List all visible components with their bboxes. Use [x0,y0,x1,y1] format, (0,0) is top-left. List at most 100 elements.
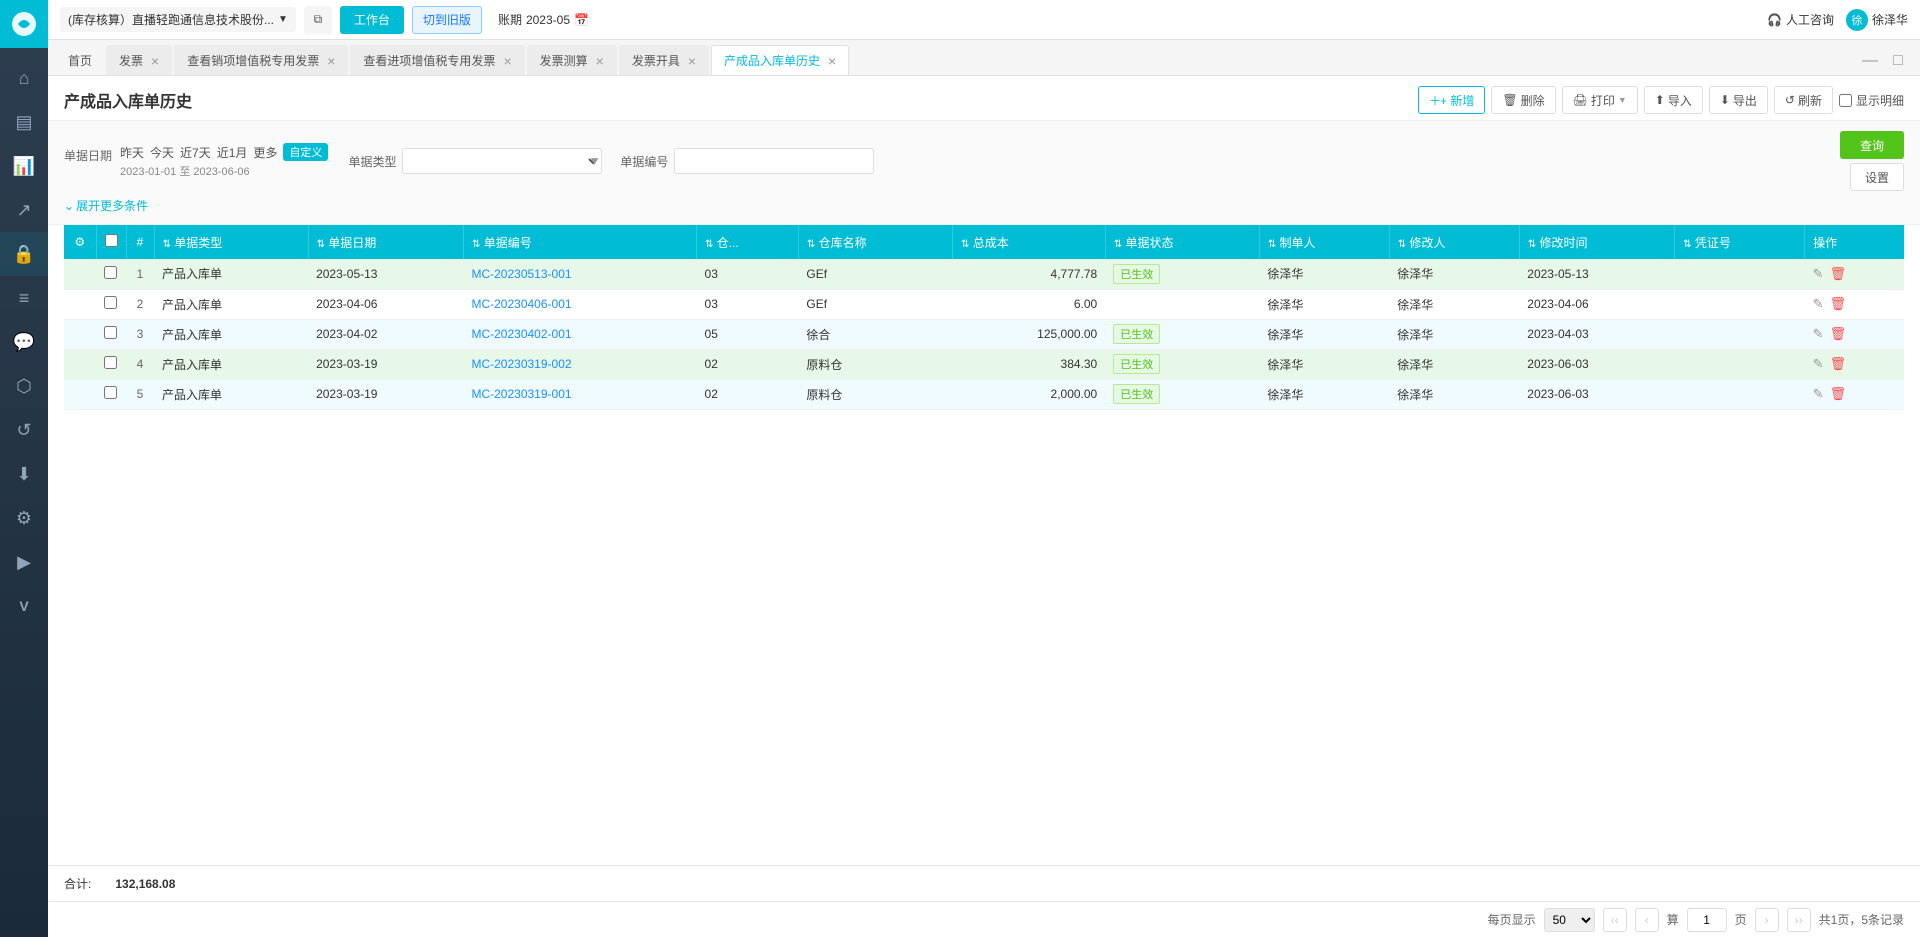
tab-sales-vat[interactable]: 查看销项增值税专用发票 × [174,45,348,75]
tab-issue-close[interactable]: × [688,53,696,69]
sidebar-item-sync[interactable]: ↺ [0,408,48,452]
tab-home[interactable]: 首页 [56,45,104,75]
tab-invoice-close[interactable]: × [151,53,159,69]
calendar-icon[interactable]: 📅 [574,13,589,27]
import-button[interactable]: ⬆ 导入 [1644,86,1703,114]
date-custom[interactable]: 自定义 [283,143,328,161]
tab-product-history[interactable]: 产成品入库单历史 × [711,45,849,75]
tab-sales-vat-close[interactable]: × [327,53,335,69]
first-page-button[interactable]: ‹‹ [1603,908,1627,932]
app-logo[interactable] [0,0,48,48]
minimize-button[interactable]: — [1856,47,1884,75]
row-checkbox[interactable] [96,289,126,319]
tab-calc-close[interactable]: × [596,53,604,69]
tab-input-vat-close[interactable]: × [503,53,511,69]
col-checkbox-header[interactable] [96,225,126,259]
delete-row-icon[interactable]: 🗑 [1830,326,1847,342]
edit-icon[interactable]: ✎ [1813,266,1824,282]
col-voucher-header[interactable]: ⇅ 凭证号 [1675,225,1805,259]
filter-settings-button[interactable]: 设置 [1850,163,1904,191]
switch-version-button[interactable]: 切到旧版 [412,6,482,34]
show-detail-checkbox[interactable] [1839,94,1852,107]
col-type-header[interactable]: ⇅ 单据类型 [154,225,308,259]
row-number-link[interactable]: MC-20230402-001 [471,327,571,341]
sidebar-item-lock[interactable]: 🔒 [0,232,48,276]
edit-icon[interactable]: ✎ [1813,356,1824,372]
sidebar-item-version[interactable]: V [0,584,48,628]
delete-row-icon[interactable]: 🗑 [1830,356,1847,372]
row-number-link[interactable]: MC-20230406-001 [471,297,571,311]
col-wname-header[interactable]: ⇅ 仓库名称 [798,225,952,259]
row-select-checkbox[interactable] [104,386,117,399]
sidebar-item-package[interactable]: ⬡ [0,364,48,408]
row-select-checkbox[interactable] [104,356,117,369]
copy-btn[interactable]: ⧉ [304,6,332,34]
print-button[interactable]: 🖨 打印 ▼ [1562,86,1638,114]
row-number[interactable]: MC-20230513-001 [463,259,696,289]
export-button[interactable]: ⬇ 导出 [1709,86,1768,114]
refresh-button[interactable]: ↺ 刷新 [1774,86,1833,114]
col-status-header[interactable]: ⇅ 单据状态 [1105,225,1259,259]
sidebar-item-play[interactable]: ▶ [0,540,48,584]
select-all-checkbox[interactable] [105,234,118,247]
date-7days[interactable]: 近7天 [180,144,211,161]
page-number-input[interactable] [1687,908,1727,932]
row-checkbox[interactable] [96,349,126,379]
delete-row-icon[interactable]: 🗑 [1830,296,1847,312]
col-date-header[interactable]: ⇅ 单据日期 [308,225,463,259]
sidebar-item-inbox[interactable]: ⬇ [0,452,48,496]
row-number[interactable]: MC-20230406-001 [463,289,696,319]
row-select-checkbox[interactable] [104,296,117,309]
sidebar-item-doc[interactable]: ▤ [0,100,48,144]
sidebar-item-analytics[interactable]: ↗ [0,188,48,232]
edit-icon[interactable]: ✎ [1813,326,1824,342]
tab-issue[interactable]: 发票开具 × [619,45,709,75]
assist-btn[interactable]: 🎧 人工咨询 [1767,11,1834,28]
col-number-header[interactable]: ⇅ 单据编号 [463,225,696,259]
user-menu[interactable]: 徐 徐泽华 [1846,9,1908,31]
row-checkbox[interactable] [96,379,126,409]
col-modifier-header[interactable]: ⇅ 修改人 [1389,225,1519,259]
edit-icon[interactable]: ✎ [1813,296,1824,312]
tab-calc[interactable]: 发票测算 × [527,45,617,75]
date-yesterday[interactable]: 昨天 [120,144,144,161]
row-number-link[interactable]: MC-20230513-001 [471,267,571,281]
row-number-link[interactable]: MC-20230319-001 [471,387,571,401]
row-checkbox[interactable] [96,259,126,289]
row-checkbox[interactable] [96,319,126,349]
date-more[interactable]: 更多 [253,144,277,161]
row-number[interactable]: MC-20230402-001 [463,319,696,349]
show-detail-toggle[interactable]: 显示明细 [1839,92,1904,109]
col-cost-header[interactable]: ⇅ 总成本 [953,225,1106,259]
tab-product-history-close[interactable]: × [828,53,836,69]
workbench-button[interactable]: 工作台 [340,6,404,34]
row-select-checkbox[interactable] [104,326,117,339]
maximize-button[interactable]: □ [1884,47,1912,75]
col-settings-header[interactable]: ⚙ [64,225,96,259]
date-1month[interactable]: 近1月 [217,144,248,161]
tab-input-vat[interactable]: 查看进项增值税专用发票 × [350,45,524,75]
number-filter-input[interactable] [674,148,874,174]
edit-icon[interactable]: ✎ [1813,386,1824,402]
sidebar-item-message[interactable]: 💬 [0,320,48,364]
tab-invoice[interactable]: 发票 × [106,45,172,75]
sidebar-item-home[interactable]: ⌂ [0,56,48,100]
type-filter-select[interactable] [402,148,602,174]
sidebar-item-list[interactable]: ≡ [0,276,48,320]
row-select-checkbox[interactable] [104,266,117,279]
row-number-link[interactable]: MC-20230319-002 [471,357,571,371]
delete-row-icon[interactable]: 🗑 [1830,386,1847,402]
delete-button[interactable]: 🗑 删除 [1491,86,1555,114]
last-page-button[interactable]: ›› [1787,908,1811,932]
next-page-button[interactable]: › [1755,908,1779,932]
row-number[interactable]: MC-20230319-002 [463,349,696,379]
prev-page-button[interactable]: ‹ [1635,908,1659,932]
delete-row-icon[interactable]: 🗑 [1830,266,1847,282]
new-button[interactable]: ＋ + 新增 [1418,86,1485,114]
col-modtime-header[interactable]: ⇅ 修改时间 [1519,225,1674,259]
sidebar-item-settings[interactable]: ⚙ [0,496,48,540]
per-page-select[interactable]: 50 100 200 [1544,908,1595,932]
expand-more-button[interactable]: ⌄ 展开更多条件 [64,197,1904,214]
col-wcode-header[interactable]: ⇅ 仓... [697,225,799,259]
sidebar-item-chart[interactable]: 📊 [0,144,48,188]
